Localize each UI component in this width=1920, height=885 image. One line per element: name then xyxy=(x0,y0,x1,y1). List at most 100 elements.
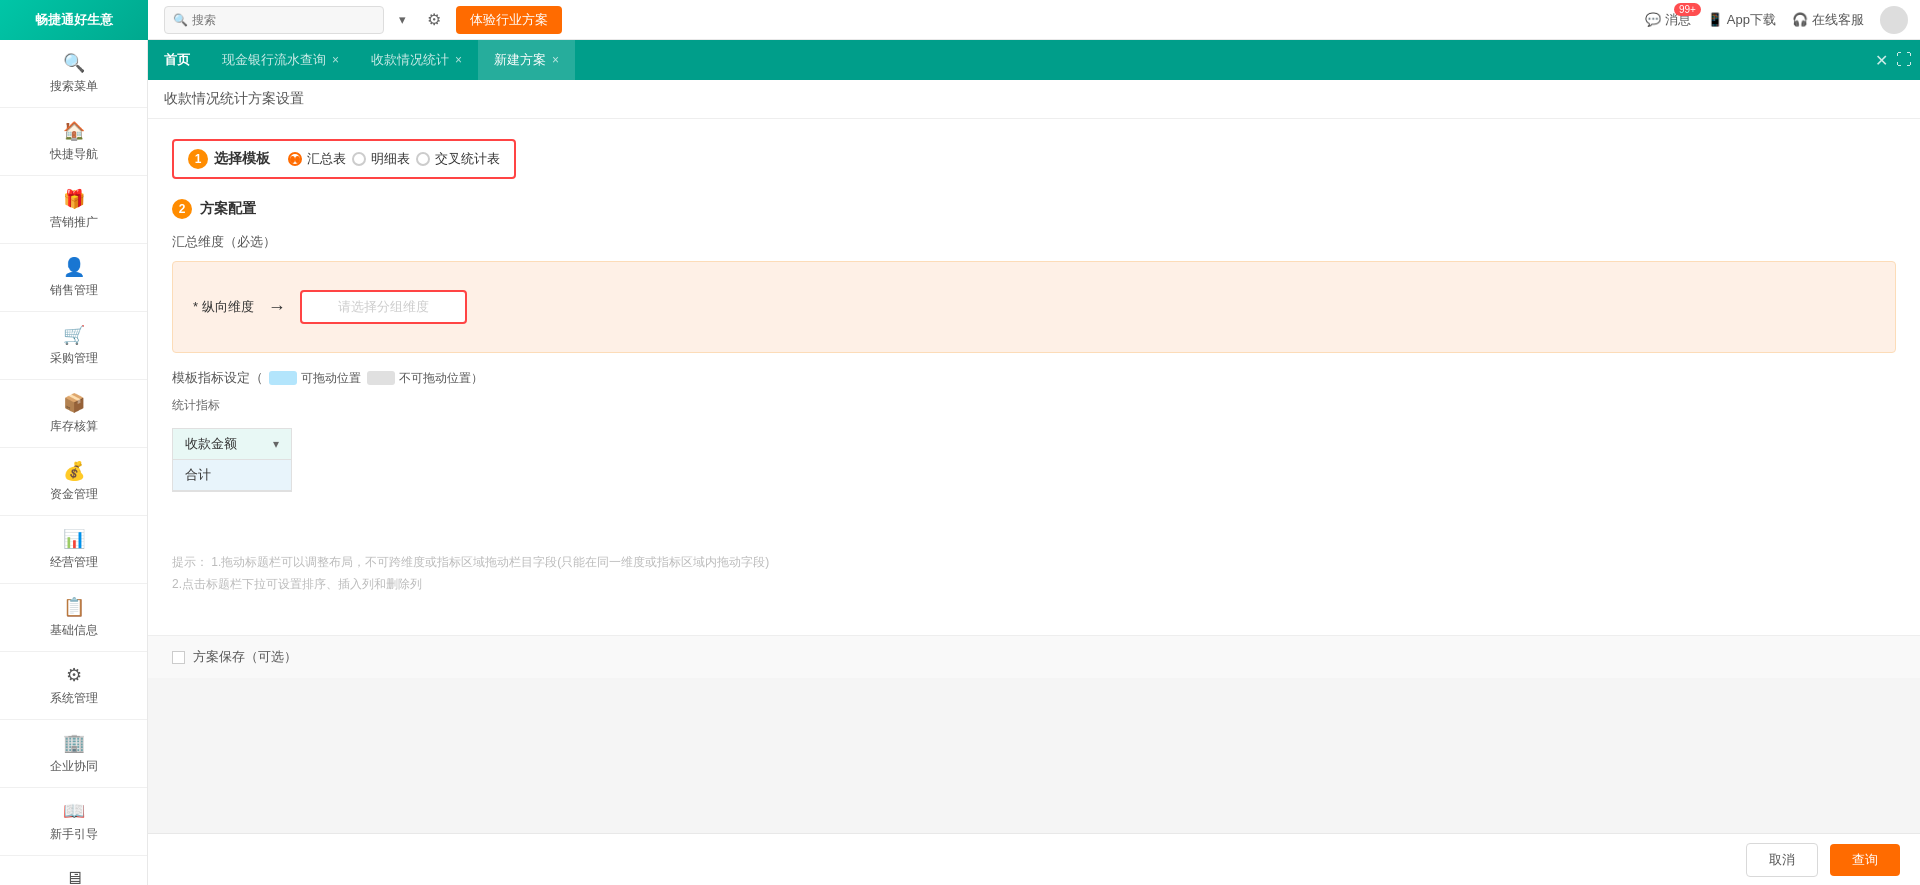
unmovable-hint-label: 不可拖动位置） xyxy=(399,370,483,387)
sidebar-item-label-search: 搜索菜单 xyxy=(50,78,98,95)
service-icon: 🎧 xyxy=(1792,12,1808,27)
dimension-area: * 纵向维度 → 请选择分组维度 xyxy=(172,261,1896,353)
tab-cashflow-label: 现金银行流水查询 xyxy=(222,51,326,69)
unmovable-color-box xyxy=(367,371,395,385)
trial-btn[interactable]: 体验行业方案 xyxy=(456,6,562,34)
tab-close-all-btn[interactable]: ✕ xyxy=(1875,51,1888,70)
radio-detail-circle xyxy=(352,152,366,166)
tip-1: 提示： 1.拖动标题栏可以调整布局，不可跨维度或指标区域拖动栏目字段(只能在同一… xyxy=(172,552,1896,574)
tab-maximize-btn[interactable]: ⛶ xyxy=(1896,51,1912,69)
page-title: 收款情况统计方案设置 xyxy=(148,80,1920,119)
sidebar-item-basic[interactable]: 📋 基础信息 xyxy=(0,584,147,652)
tab-new-scheme-close[interactable]: × xyxy=(552,53,559,67)
sidebar-item-guide[interactable]: 📖 新手引导 xyxy=(0,788,147,856)
sidebar-item-label-sales: 销售管理 xyxy=(50,282,98,299)
top-bar: 畅捷通好生意 🔍 ▾ ⚙ 体验行业方案 💬 消息 99+ 📱 App下载 🎧 在… xyxy=(0,0,1920,40)
search-box[interactable]: 🔍 xyxy=(164,6,384,34)
tab-cashflow[interactable]: 现金银行流水查询 × xyxy=(206,40,355,80)
tab-cashflow-close[interactable]: × xyxy=(332,53,339,67)
tips-section: 提示： 1.拖动标题栏可以调整布局，不可跨维度或指标区域拖动栏目字段(只能在同一… xyxy=(172,552,1896,595)
tab-home-label: 首页 xyxy=(164,51,190,69)
message-btn[interactable]: 💬 消息 99+ xyxy=(1645,11,1691,29)
sidebar-item-sales[interactable]: 👤 销售管理 xyxy=(0,244,147,312)
service-btn[interactable]: 🎧 在线客服 xyxy=(1792,11,1864,29)
sidebar-item-search-menu[interactable]: 🔍 搜索菜单 xyxy=(0,40,147,108)
settings-icon[interactable]: ⚙ xyxy=(420,6,448,34)
tab-home[interactable]: 首页 xyxy=(148,40,206,80)
movable-color-box xyxy=(269,371,297,385)
template-section: 1 选择模板 汇总表 xyxy=(172,139,1896,179)
home-icon: 🏠 xyxy=(63,120,85,142)
query-button[interactable]: 查询 xyxy=(1830,844,1900,876)
sidebar-item-label-marketing: 营销推广 xyxy=(50,214,98,231)
bottom-actions: 取消 查询 xyxy=(148,833,1920,885)
tip-2: 2.点击标题栏下拉可设置排序、插入列和删除列 xyxy=(172,574,1896,596)
section2-number: 2 xyxy=(172,199,192,219)
enterprise-icon: 🏢 xyxy=(63,732,85,754)
search-input[interactable] xyxy=(192,13,375,27)
indicator-chevron-icon[interactable]: ▾ xyxy=(273,437,279,451)
save-label: 方案保存（可选） xyxy=(193,648,297,666)
tab-bar: 首页 现金银行流水查询 × 收款情况统计 × 新建方案 × ✕ ⛶ xyxy=(148,40,1920,80)
basic-icon: 📋 xyxy=(63,596,85,618)
radio-summary[interactable]: 汇总表 xyxy=(288,150,346,168)
movable-hint: 可拖动位置 xyxy=(269,370,361,387)
unmovable-hint: 不可拖动位置） xyxy=(367,370,483,387)
tab-receipts-label: 收款情况统计 xyxy=(371,51,449,69)
radio-cross[interactable]: 交叉统计表 xyxy=(416,150,500,168)
section1-number: 1 xyxy=(188,149,208,169)
radio-detail[interactable]: 明细表 xyxy=(352,150,410,168)
radio-detail-label: 明细表 xyxy=(371,150,410,168)
search-dropdown-btn[interactable]: ▾ xyxy=(392,10,412,30)
gift-icon: 🎁 xyxy=(63,188,85,210)
sidebar-item-marketing[interactable]: 🎁 营销推广 xyxy=(0,176,147,244)
inventory-icon: 📦 xyxy=(63,392,85,414)
radio-summary-circle xyxy=(288,152,302,166)
search-menu-icon: 🔍 xyxy=(63,52,85,74)
tab-receipts[interactable]: 收款情况统计 × xyxy=(355,40,478,80)
download-btn[interactable]: 📱 App下载 xyxy=(1707,11,1776,29)
sidebar-item-label-finance: 资金管理 xyxy=(50,486,98,503)
sidebar-item-operation[interactable]: 📊 经营管理 xyxy=(0,516,147,584)
vertical-dimension-label: * 纵向维度 xyxy=(193,298,254,316)
message-icon: 💬 xyxy=(1645,12,1661,27)
sidebar: 🔍 搜索菜单 🏠 快捷导航 🎁 营销推广 👤 销售管理 🛒 采购管理 📦 库存核… xyxy=(0,40,148,885)
tab-new-scheme[interactable]: 新建方案 × xyxy=(478,40,575,80)
sidebar-item-purchase[interactable]: 🛒 采购管理 xyxy=(0,312,147,380)
download-label: App下载 xyxy=(1727,11,1776,29)
sales-icon: 👤 xyxy=(63,256,85,278)
section1-header: 1 选择模板 汇总表 xyxy=(172,139,1896,179)
sidebar-item-label-system: 系统管理 xyxy=(50,690,98,707)
avatar[interactable] xyxy=(1880,6,1908,34)
sidebar-item-finance[interactable]: 💰 资金管理 xyxy=(0,448,147,516)
sidebar-item-label-guide: 新手引导 xyxy=(50,826,98,843)
main-layout: 🔍 搜索菜单 🏠 快捷导航 🎁 营销推广 👤 销售管理 🛒 采购管理 📦 库存核… xyxy=(0,40,1920,885)
sidebar-item-label-nav: 快捷导航 xyxy=(50,146,98,163)
search-icon: 🔍 xyxy=(173,13,188,27)
sidebar-item-enterprise[interactable]: 🏢 企业协同 xyxy=(0,720,147,788)
sidebar-item-hardware[interactable]: 🖥 智能硬件 xyxy=(0,856,147,885)
sidebar-item-inventory[interactable]: 📦 库存核算 xyxy=(0,380,147,448)
tab-receipts-close[interactable]: × xyxy=(455,53,462,67)
dimension-row: * 纵向维度 → 请选择分组维度 xyxy=(193,290,1875,324)
movable-hint-label: 可拖动位置 xyxy=(301,370,361,387)
section2-title: 方案配置 xyxy=(200,200,256,218)
cancel-button[interactable]: 取消 xyxy=(1746,843,1818,877)
tab-new-scheme-label: 新建方案 xyxy=(494,51,546,69)
indicator-section: 模板指标设定（ 可拖动位置 不可拖动位置） 统计指标 xyxy=(172,369,1896,492)
config-section: 2 方案配置 汇总维度（必选） * 纵向维度 → 请选择分组维度 xyxy=(172,199,1896,595)
sidebar-item-quick-nav[interactable]: 🏠 快捷导航 xyxy=(0,108,147,176)
indicator-section-label: 模板指标设定（ xyxy=(172,369,263,387)
sidebar-item-system[interactable]: ⚙ 系统管理 xyxy=(0,652,147,720)
dimension-section-label: 汇总维度（必选） xyxy=(172,233,1896,251)
service-label: 在线客服 xyxy=(1812,11,1864,29)
system-icon: ⚙ xyxy=(66,664,82,686)
sidebar-item-label-basic: 基础信息 xyxy=(50,622,98,639)
save-option-bar: 方案保存（可选） xyxy=(148,635,1920,678)
top-bar-right: 💬 消息 99+ 📱 App下载 🎧 在线客服 xyxy=(1645,6,1908,34)
dimension-select[interactable]: 请选择分组维度 xyxy=(300,290,467,324)
radio-cross-circle xyxy=(416,152,430,166)
indicator-table-header[interactable]: 收款金额 ▾ xyxy=(173,429,291,460)
save-checkbox[interactable] xyxy=(172,651,185,664)
content-area: 首页 现金银行流水查询 × 收款情况统计 × 新建方案 × ✕ ⛶ 收款情况统计… xyxy=(148,40,1920,885)
